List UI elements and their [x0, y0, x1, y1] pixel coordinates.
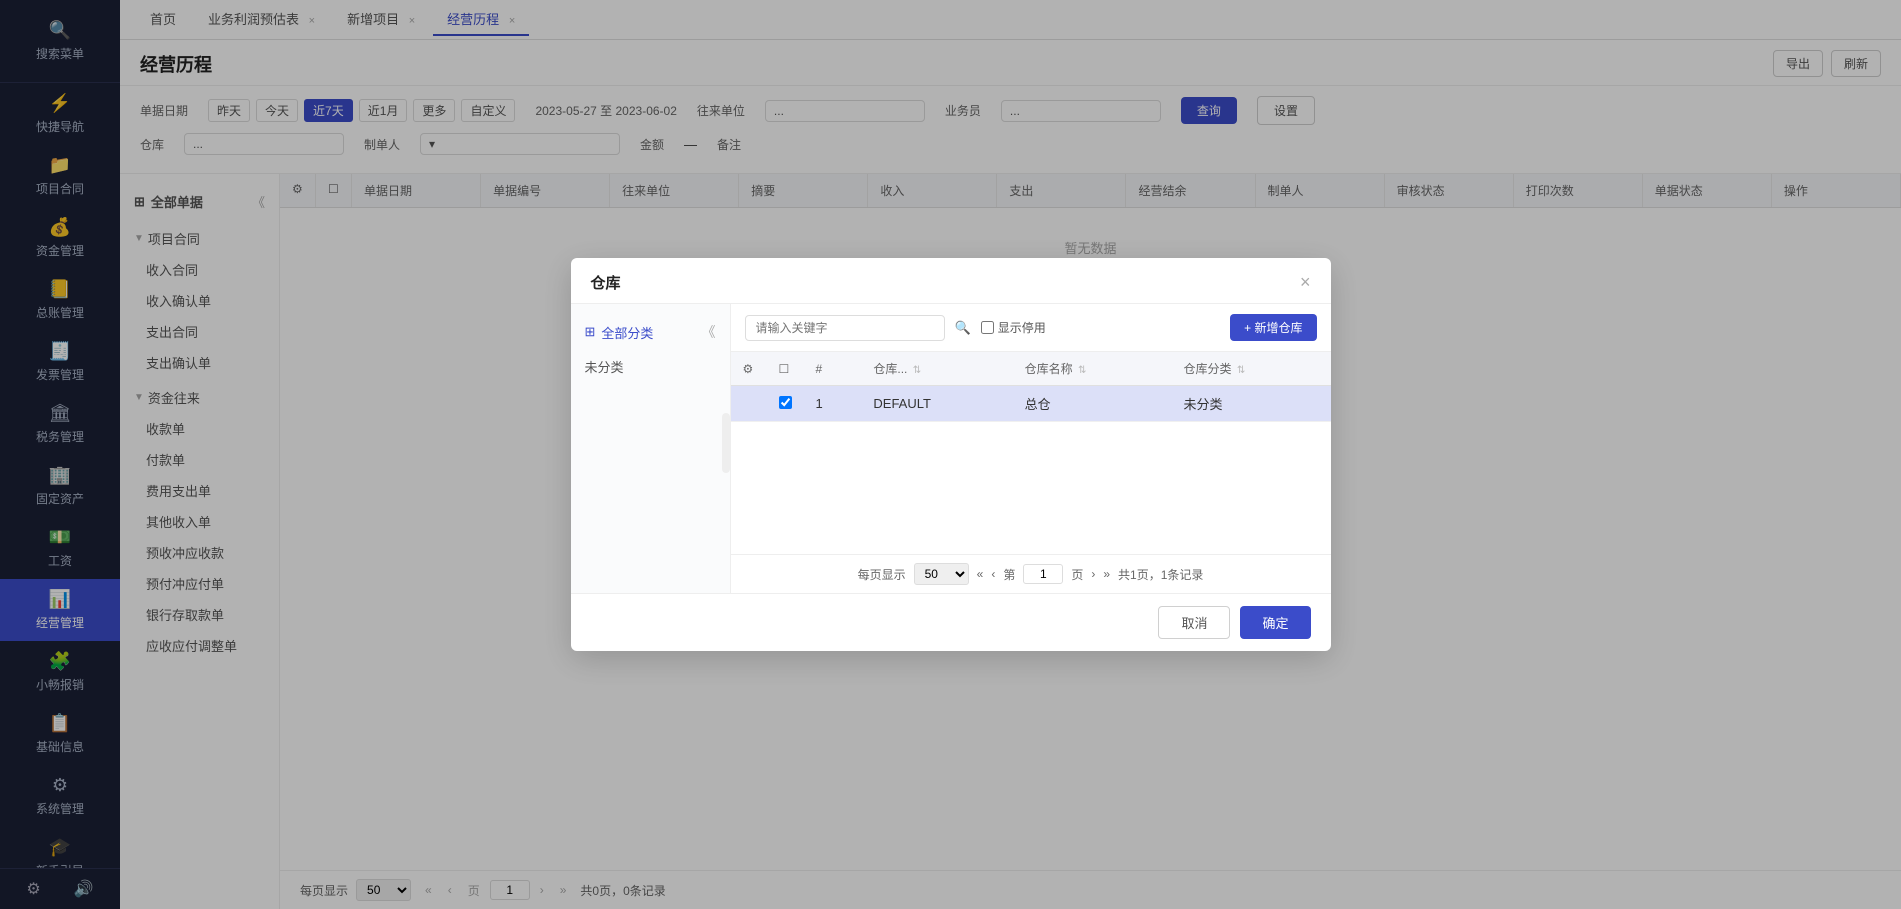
grid-icon2: ⊞ — [585, 324, 596, 340]
show-disabled-checkbox[interactable] — [981, 321, 994, 334]
modal-body: ⊞ 全部分类 《 未分类 🔍 — [571, 304, 1331, 593]
warehouse-search-input[interactable] — [745, 315, 945, 341]
modal-total-info: 共1页，1条记录 — [1118, 566, 1203, 583]
modal-toolbar: 🔍 显示停用 + 新增仓库 — [731, 304, 1331, 352]
row-checkbox-input[interactable] — [779, 396, 792, 409]
sort-arrows-name: ⇅ — [1078, 365, 1086, 376]
modal-page-last-btn[interactable]: » — [1103, 567, 1110, 581]
modal-th-name: 仓库名称 ⇅ — [1013, 352, 1172, 386]
modal-close-button[interactable]: × — [1300, 272, 1311, 293]
table-row[interactable]: 1 DEFAULT 总仓 未分类 — [731, 386, 1331, 422]
modal-title: 仓库 — [591, 272, 621, 293]
left-scroll-area — [571, 383, 730, 583]
modal-th-checkbox[interactable]: ☐ — [767, 352, 804, 386]
row-checkbox[interactable] — [767, 386, 804, 422]
modal-table: ⚙ ☐ # 仓库... ⇅ 仓库名称 ⇅ — [731, 352, 1331, 554]
modal-page-first-btn[interactable]: « — [977, 567, 984, 581]
modal-th-code: 仓库... ⇅ — [861, 352, 1012, 386]
modal-pagination: 每页显示 50 100 « ‹ 第 页 › » 共1页，1条记录 — [731, 554, 1331, 593]
modal-page-suffix: 页 — [1071, 566, 1083, 583]
row-num: 1 — [804, 386, 862, 422]
sort-arrows-code: ⇅ — [913, 365, 921, 376]
cancel-button[interactable]: 取消 — [1158, 606, 1230, 639]
modal-left-panel: ⊞ 全部分类 《 未分类 — [571, 304, 731, 593]
modal-footer: 取消 确定 — [571, 593, 1331, 651]
modal-page-size-label: 每页显示 — [858, 566, 906, 583]
row-name: 总仓 — [1013, 386, 1172, 422]
modal-page-prev-btn[interactable]: ‹ — [991, 567, 995, 581]
show-disabled-checkbox-label[interactable]: 显示停用 — [981, 319, 1046, 336]
left-scrollbar[interactable] — [722, 413, 730, 473]
modal-page-label: 第 — [1003, 566, 1015, 583]
row-code: DEFAULT — [861, 386, 1012, 422]
modal-overlay: 仓库 × ⊞ 全部分类 《 未分类 — [0, 0, 1901, 909]
category-header[interactable]: ⊞ 全部分类 《 — [571, 314, 730, 350]
confirm-button[interactable]: 确定 — [1240, 606, 1310, 639]
warehouse-modal: 仓库 × ⊞ 全部分类 《 未分类 — [571, 258, 1331, 651]
modal-th-settings[interactable]: ⚙ — [731, 352, 767, 386]
collapse-left-btn[interactable]: 《 — [702, 322, 716, 342]
category-item-unclassified[interactable]: 未分类 — [571, 350, 730, 383]
sort-arrows-category: ⇅ — [1237, 365, 1245, 376]
modal-page-size-select[interactable]: 50 100 — [914, 563, 969, 585]
row-category: 未分类 — [1172, 386, 1331, 422]
modal-th-category: 仓库分类 ⇅ — [1172, 352, 1331, 386]
row-settings[interactable] — [731, 386, 767, 422]
modal-header: 仓库 × — [571, 258, 1331, 304]
modal-right-panel: 🔍 显示停用 + 新增仓库 ⚙ ☐ # — [731, 304, 1331, 593]
modal-page-input[interactable] — [1023, 564, 1063, 584]
add-warehouse-button[interactable]: + 新增仓库 — [1230, 314, 1316, 341]
modal-th-num: # — [804, 352, 862, 386]
search-icon2[interactable]: 🔍 — [955, 320, 971, 336]
modal-table-header-row: ⚙ ☐ # 仓库... ⇅ 仓库名称 ⇅ — [731, 352, 1331, 386]
modal-page-next-btn[interactable]: › — [1091, 567, 1095, 581]
